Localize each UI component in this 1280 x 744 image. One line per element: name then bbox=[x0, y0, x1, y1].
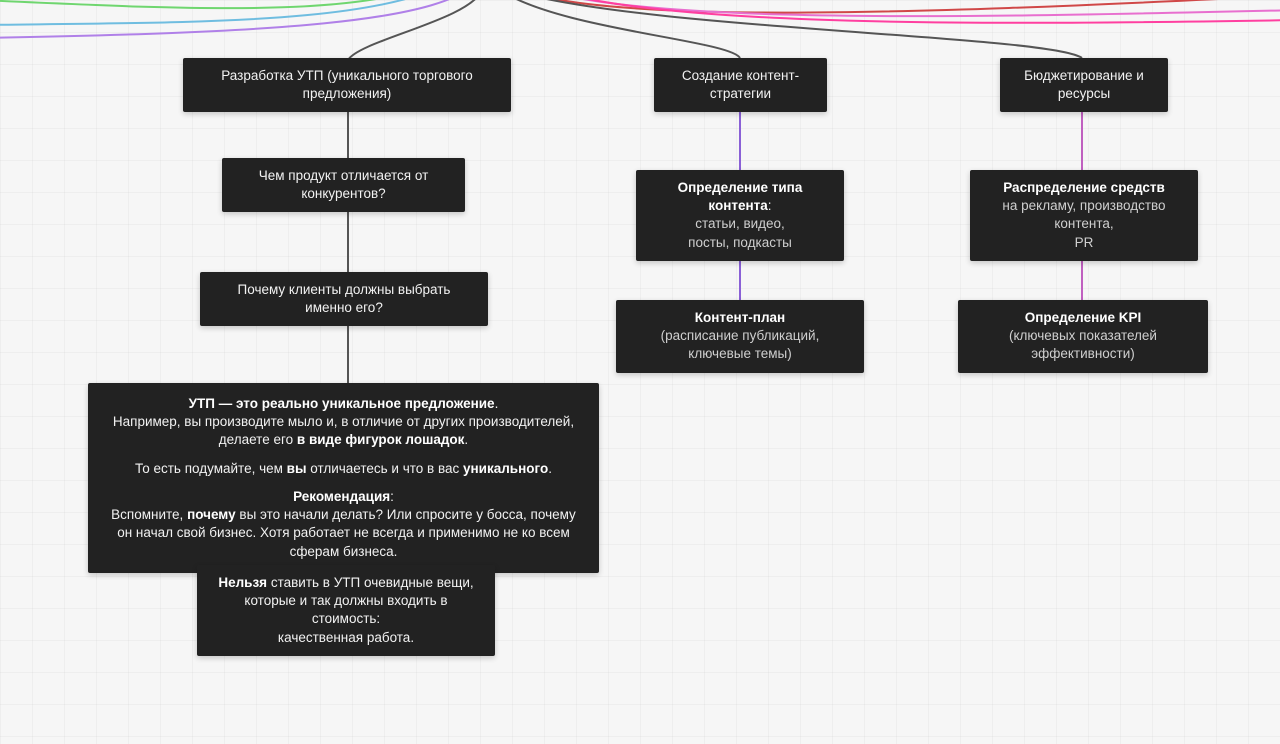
line3: посты, подкасты bbox=[650, 234, 830, 252]
node-content-title[interactable]: Создание контент-стратегии bbox=[654, 58, 827, 112]
node-utp-q2[interactable]: Почему клиенты должны выбрать именно его… bbox=[200, 272, 488, 326]
node-budget-alloc[interactable]: Распределение средств на рекламу, произв… bbox=[970, 170, 1198, 261]
line2: статьи, видео, bbox=[650, 215, 830, 233]
node-budget-title[interactable]: Бюджетирование и ресурсы bbox=[1000, 58, 1168, 112]
line2: на рекламу, производство контента, bbox=[984, 197, 1184, 233]
warn-line3: качественная работа. bbox=[211, 629, 481, 647]
text: Почему клиенты должны выбрать именно его… bbox=[238, 282, 451, 315]
text: Создание контент-стратегии bbox=[682, 68, 799, 101]
line2: (расписание публикаций, ключевые темы) bbox=[630, 327, 850, 363]
node-utp-title[interactable]: Разработка УТП (уникального торгового пр… bbox=[183, 58, 511, 112]
line2: Например, вы производите мыло и, в отлич… bbox=[106, 413, 581, 449]
line4: Рекомендация: bbox=[106, 488, 581, 506]
line3: То есть подумайте, чем вы отличаетесь и … bbox=[106, 460, 581, 478]
text: Чем продукт отличается от конкурентов? bbox=[259, 168, 429, 201]
line2: (ключевых показателей эффективности) bbox=[972, 327, 1194, 363]
node-content-plan[interactable]: Контент-план (расписание публикаций, клю… bbox=[616, 300, 864, 373]
node-content-type[interactable]: Определение типа контента: статьи, видео… bbox=[636, 170, 844, 261]
node-utp-explain[interactable]: УТП — это реально уникальное предложение… bbox=[88, 383, 599, 573]
node-budget-kpi[interactable]: Определение KPI (ключевых показателей эф… bbox=[958, 300, 1208, 373]
line1: Распределение средств bbox=[984, 179, 1184, 197]
node-utp-q1[interactable]: Чем продукт отличается от конкурентов? bbox=[222, 158, 465, 212]
line5: Вспомните, почему вы это начали делать? … bbox=[106, 506, 581, 561]
text: Бюджетирование и ресурсы bbox=[1024, 68, 1144, 101]
line1: Определение KPI bbox=[972, 309, 1194, 327]
node-utp-warn[interactable]: Нельзя ставить в УТП очевидные вещи, кот… bbox=[197, 565, 495, 656]
line1: УТП — это реально уникальное предложение… bbox=[106, 395, 581, 413]
text: Разработка УТП (уникального торгового пр… bbox=[221, 68, 473, 101]
line3: PR bbox=[984, 234, 1184, 252]
line1: Определение типа контента: bbox=[650, 179, 830, 215]
warn-line1: Нельзя ставить в УТП очевидные вещи, bbox=[211, 574, 481, 592]
warn-line2: которые и так должны входить в стоимость… bbox=[211, 592, 481, 628]
line1: Контент-план bbox=[630, 309, 850, 327]
